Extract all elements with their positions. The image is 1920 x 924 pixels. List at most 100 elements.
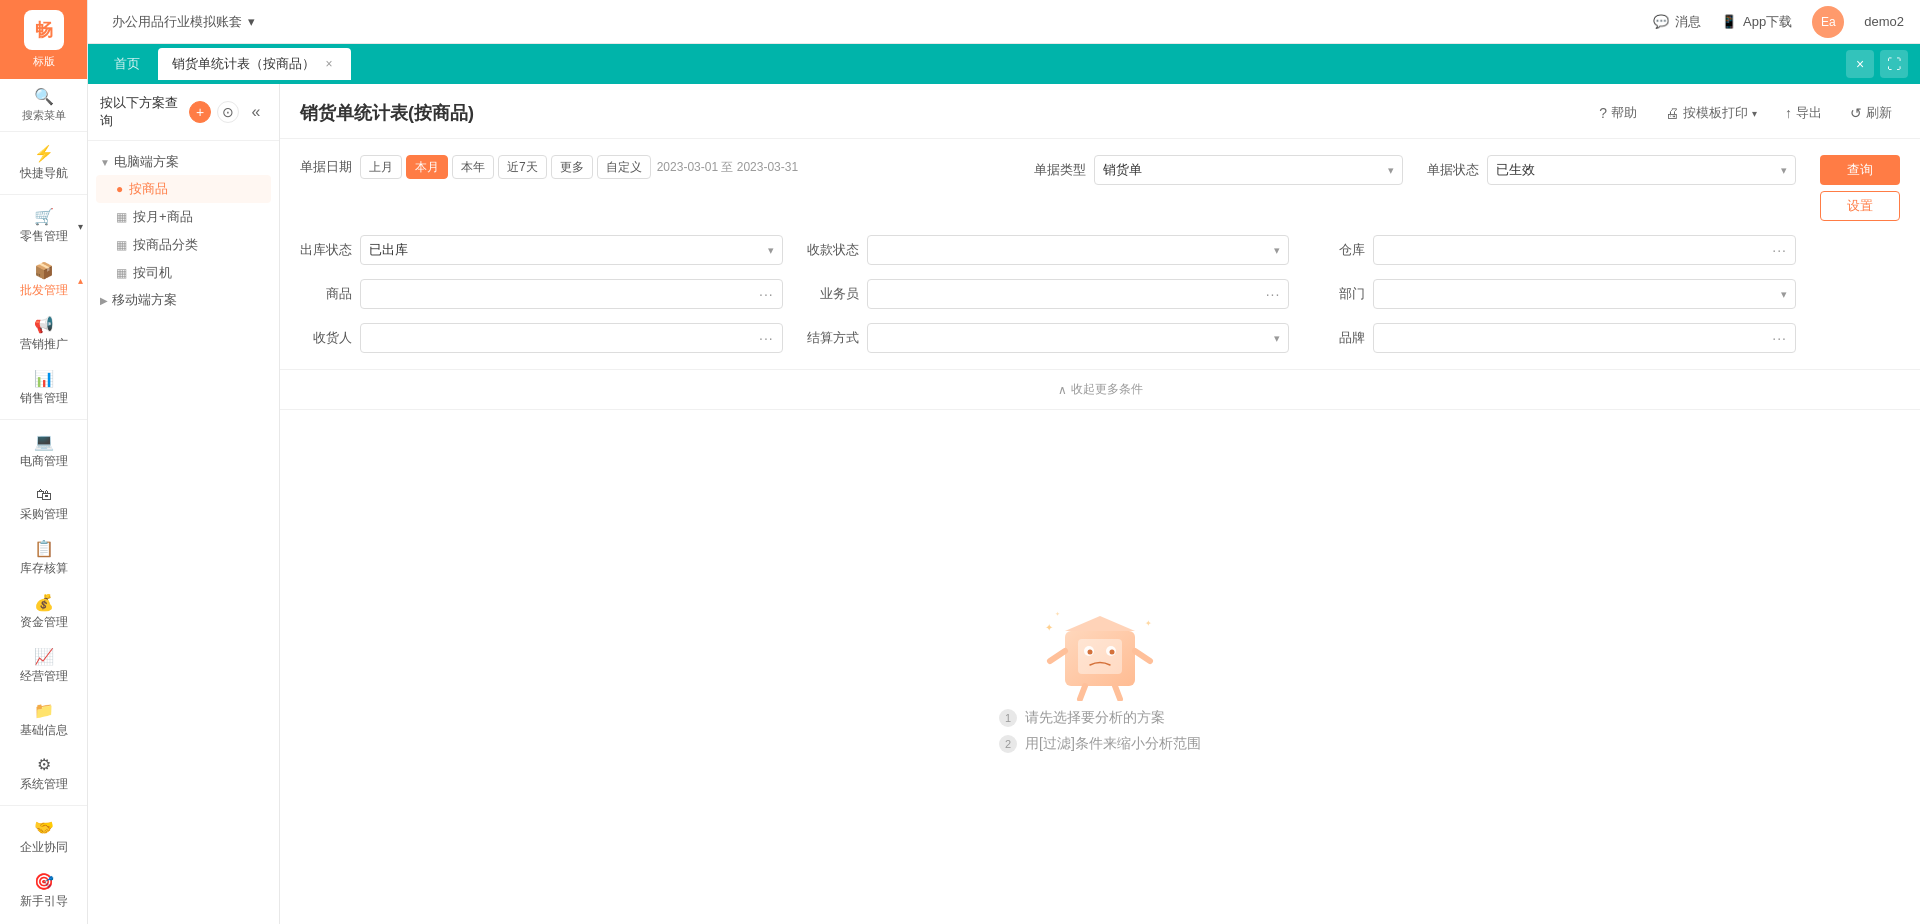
main-area: 办公用品行业模拟账套 ▾ 💬 消息 📱 App下载 Ea demo2 首页 销货…	[88, 0, 1920, 924]
operations-icon: 📈	[34, 647, 54, 666]
filter-group-desktop: ▼ 电脑端方案 ● 按商品 ▦ 按月+商品 ▦ 按商品分类	[88, 149, 279, 287]
date-btn-7days[interactable]: 近7天	[498, 155, 547, 179]
filter-group-mobile: ▶ 移动端方案	[88, 287, 279, 313]
sales-mgmt-icon: 📊	[34, 369, 54, 388]
filter-item-by-month-product[interactable]: ▦ 按月+商品	[96, 203, 271, 231]
payment-status-arrow: ▾	[1274, 244, 1280, 257]
template-print-btn[interactable]: 🖨 按模板打印 ▾	[1657, 100, 1765, 126]
doc-status-value: 已生效	[1496, 161, 1535, 179]
svg-text:✦: ✦	[1145, 619, 1152, 628]
purchase-icon: 🛍	[36, 486, 52, 504]
collapse-conditions-btn[interactable]: ∧ 收起更多条件	[1046, 378, 1155, 401]
sidebar-search-label: 搜索菜单	[22, 108, 66, 123]
sidebar-item-inventory[interactable]: 📋 库存核算	[0, 531, 87, 585]
salesman-field: 业务员 ···	[807, 279, 1290, 309]
sidebar-item-basic-info[interactable]: 📁 基础信息	[0, 693, 87, 747]
date-btn-this-month[interactable]: 本月	[406, 155, 448, 179]
warehouse-status-select[interactable]: 已出库 ▾	[360, 235, 783, 265]
tab-close-all-btn[interactable]: ×	[1846, 50, 1874, 78]
date-btn-last-month[interactable]: 上月	[360, 155, 402, 179]
payment-status-select[interactable]: ▾	[867, 235, 1290, 265]
sidebar-item-wholesale[interactable]: 📦 批发管理 ▴	[0, 253, 87, 307]
settings-btn[interactable]: 设置	[1820, 191, 1900, 221]
tab-close-btn[interactable]: ×	[321, 56, 337, 72]
product-input[interactable]: ···	[360, 279, 783, 309]
filter-group-mobile-header[interactable]: ▶ 移动端方案	[96, 287, 271, 313]
hint-label-2: 用[过滤]条件来缩小分析范围	[1025, 735, 1201, 753]
product-field: 商品 ···	[300, 279, 783, 309]
dept-select[interactable]: ▾	[1373, 279, 1796, 309]
sidebar-item-operations[interactable]: 📈 经营管理	[0, 639, 87, 693]
date-btn-more[interactable]: 更多	[551, 155, 593, 179]
logo-area[interactable]: 畅 标版	[0, 0, 87, 79]
doc-status-label: 单据状态	[1427, 161, 1479, 179]
hint-badge-1: 1	[999, 709, 1017, 727]
filter-item-by-category[interactable]: ▦ 按商品分类	[96, 231, 271, 259]
date-btn-custom[interactable]: 自定义	[597, 155, 651, 179]
doc-type-select[interactable]: 销货单 ▾	[1094, 155, 1403, 185]
filter-item-by-product[interactable]: ● 按商品	[96, 175, 271, 203]
message-btn[interactable]: 💬 消息	[1653, 13, 1701, 31]
query-btn[interactable]: 查询	[1820, 155, 1900, 185]
filter-add-btn[interactable]: +	[189, 101, 211, 123]
filter-panel-title: 按以下方案查询	[100, 94, 183, 130]
search-icon: 🔍	[34, 87, 54, 106]
sidebar-item-ecommerce[interactable]: 💻 电商管理	[0, 424, 87, 478]
brand-input[interactable]: ···	[1373, 323, 1796, 353]
user-name[interactable]: demo2	[1864, 14, 1904, 29]
export-icon: ↑	[1785, 105, 1792, 121]
settings-icon: ⊙	[222, 104, 234, 120]
sidebar-item-new-guide[interactable]: 🎯 新手引导	[0, 864, 87, 918]
sidebar-item-quick-nav[interactable]: ⚡ 快捷导航	[0, 136, 87, 190]
sidebar-nav-section-quick: ⚡ 快捷导航	[0, 132, 87, 195]
sidebar-item-marketing[interactable]: 📢 营销推广	[0, 307, 87, 361]
chevron-icon: ▾	[78, 221, 83, 232]
tab-maximize-btn[interactable]: ⛶	[1880, 50, 1908, 78]
page-title: 销货单统计表(按商品)	[300, 101, 474, 125]
filter-group-desktop-header[interactable]: ▼ 电脑端方案	[96, 149, 271, 175]
recipient-dots: ···	[759, 330, 774, 346]
filter-panel: 按以下方案查询 + ⊙ « ▼	[88, 84, 280, 924]
warehouse-input[interactable]: ···	[1373, 235, 1796, 265]
empty-hint-1: 1 请先选择要分析的方案	[999, 709, 1201, 727]
industry-selector[interactable]: 办公用品行业模拟账套 ▾	[104, 9, 263, 35]
sidebar-search[interactable]: 🔍 搜索菜单	[0, 79, 87, 132]
doc-status-select[interactable]: 已生效 ▾	[1487, 155, 1796, 185]
sidebar-item-retail[interactable]: 🛒 零售管理 ▾	[0, 199, 87, 253]
user-avatar-initials: Ea	[1821, 15, 1836, 29]
date-btn-this-year[interactable]: 本年	[452, 155, 494, 179]
tab-sales-stat[interactable]: 销货单统计表（按商品） ×	[158, 48, 351, 80]
sidebar-item-label: 系统管理	[20, 776, 68, 793]
page-header: 销货单统计表(按商品) ? 帮助 🖨 按模板打印 ▾ ↑ 导出	[280, 84, 1920, 139]
sidebar-item-sales-mgmt[interactable]: 📊 销售管理	[0, 361, 87, 415]
tab-home[interactable]: 首页	[100, 48, 154, 80]
topbar: 办公用品行业模拟账套 ▾ 💬 消息 📱 App下载 Ea demo2	[88, 0, 1920, 44]
refresh-btn[interactable]: ↺ 刷新	[1842, 100, 1900, 126]
sidebar-item-purchase[interactable]: 🛍 采购管理	[0, 478, 87, 531]
salesman-input[interactable]: ···	[867, 279, 1290, 309]
tabbar-controls: × ⛶	[1846, 50, 1908, 78]
filter-panel-header: 按以下方案查询 + ⊙ «	[88, 84, 279, 141]
settlement-label: 结算方式	[807, 329, 859, 347]
settlement-arrow: ▾	[1274, 332, 1280, 345]
export-btn[interactable]: ↑ 导出	[1777, 100, 1830, 126]
filter-settings-btn[interactable]: ⊙	[217, 101, 239, 123]
svg-point-5	[1110, 650, 1115, 655]
sidebar-item-app-center[interactable]: 📱 应用中心	[0, 918, 87, 924]
sidebar-item-label: 电商管理	[20, 453, 68, 470]
refresh-icon: ↺	[1850, 105, 1862, 121]
sidebar-item-finance[interactable]: 💰 资金管理	[0, 585, 87, 639]
user-avatar[interactable]: Ea	[1812, 6, 1844, 38]
logo-text: 标版	[33, 54, 55, 69]
add-icon: +	[196, 104, 204, 120]
sidebar-item-system[interactable]: ⚙ 系统管理	[0, 747, 87, 801]
sidebar-item-enterprise-collab[interactable]: 🤝 企业协同	[0, 810, 87, 864]
basic-info-icon: 📁	[34, 701, 54, 720]
recipient-input[interactable]: ···	[360, 323, 783, 353]
filter-item-by-clerk[interactable]: ▦ 按司机	[96, 259, 271, 287]
salesman-dots: ···	[1266, 286, 1281, 302]
filter-collapse-btn[interactable]: «	[245, 101, 267, 123]
help-btn[interactable]: ? 帮助	[1591, 100, 1645, 126]
settlement-select[interactable]: ▾	[867, 323, 1290, 353]
app-download-btn[interactable]: 📱 App下载	[1721, 13, 1792, 31]
